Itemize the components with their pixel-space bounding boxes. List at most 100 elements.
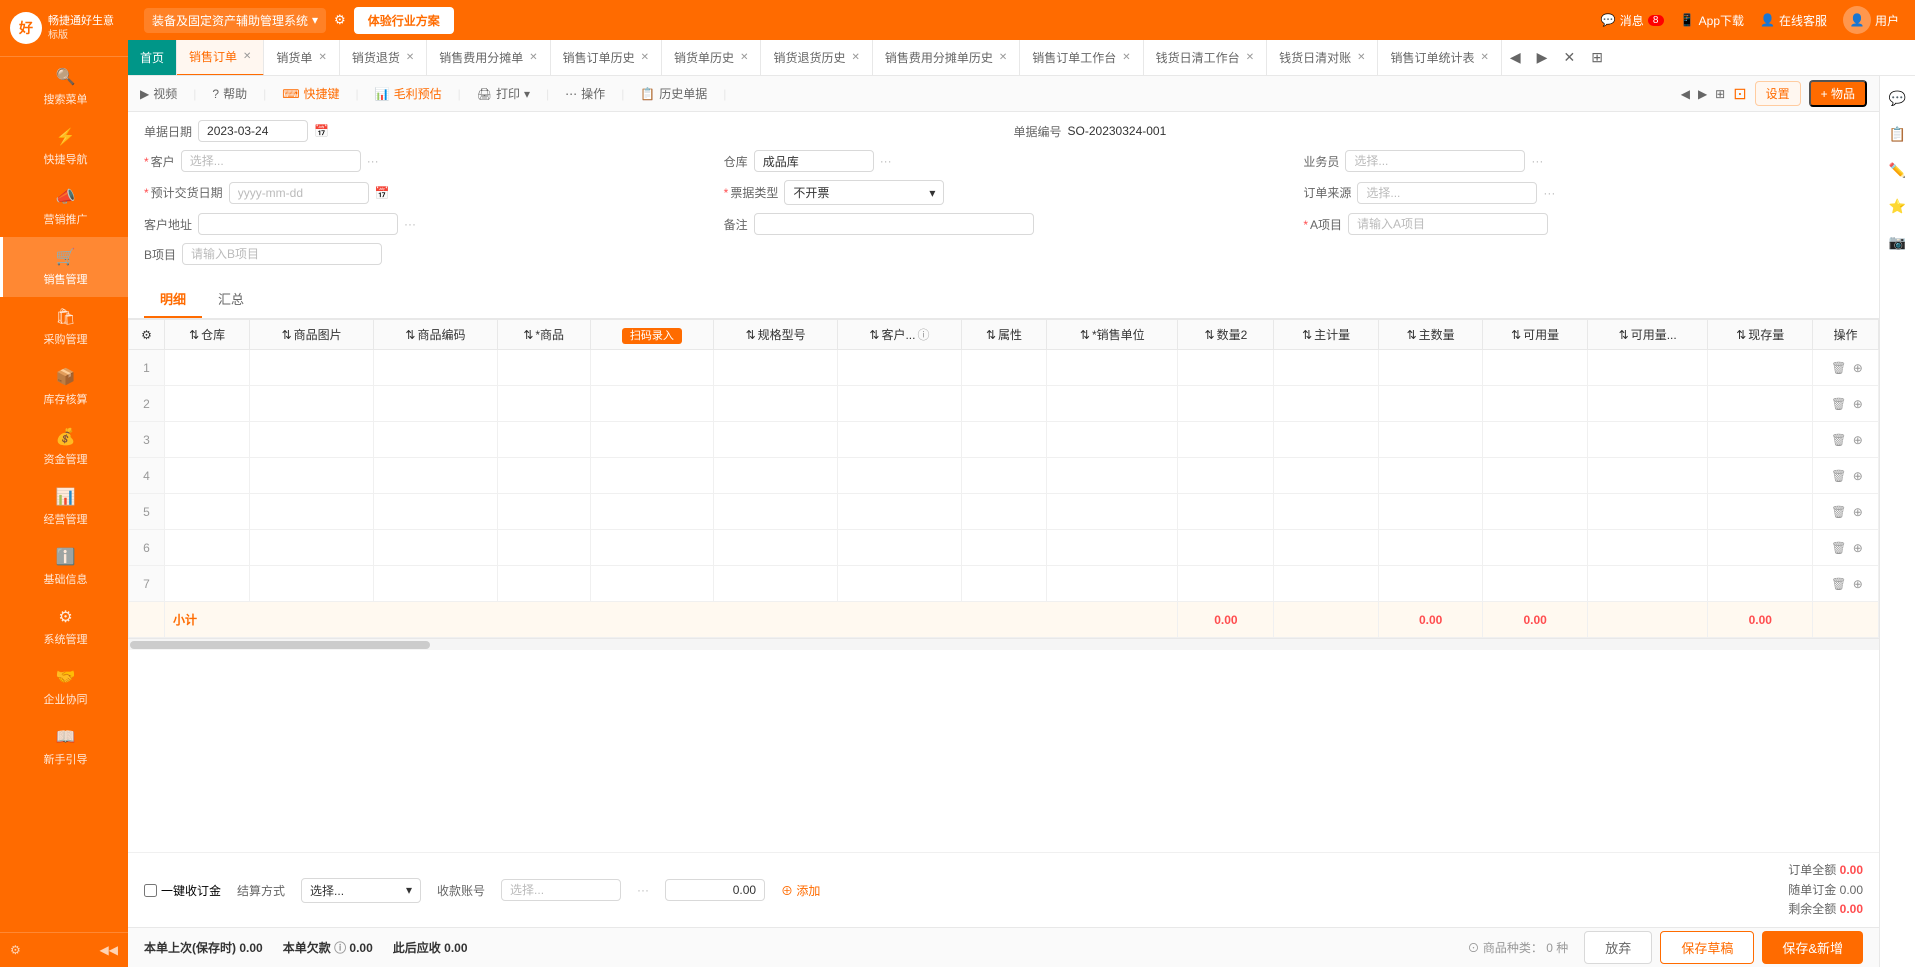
row-main-qty[interactable] — [1378, 350, 1483, 386]
tab-sales-return[interactable]: 销货退货 ✕ — [340, 40, 427, 76]
row-warehouse[interactable] — [165, 350, 250, 386]
scan-btn[interactable]: 扫码录入 — [622, 328, 682, 344]
row-attr[interactable] — [961, 350, 1046, 386]
operate-button[interactable]: ⋯ 操作 — [565, 85, 605, 102]
right-panel-btn-1[interactable]: 💬 — [1884, 84, 1912, 112]
row-qty2[interactable] — [1178, 350, 1274, 386]
delete-icon[interactable]: 🗑 — [1831, 541, 1846, 555]
help-button[interactable]: ? 帮助 — [212, 85, 247, 102]
tab-detail[interactable]: 明细 — [144, 281, 202, 318]
delete-icon[interactable]: 🗑 — [1831, 397, 1846, 411]
tab-close-icon[interactable]: ✕ — [641, 52, 649, 63]
tab-close-icon[interactable]: ✕ — [1246, 52, 1254, 63]
shortcut-keys-button[interactable]: ⌨ 快捷键 — [282, 85, 339, 102]
warehouse-more-icon[interactable]: ··· — [880, 154, 892, 168]
copy-icon[interactable]: ⊕ — [1853, 505, 1863, 519]
nav-right-icon[interactable]: ▶ — [1698, 87, 1707, 101]
right-panel-btn-2[interactable]: 📋 — [1884, 120, 1912, 148]
customer-more-icon[interactable]: ··· — [367, 154, 379, 168]
row-available[interactable] — [1483, 350, 1588, 386]
staff-input[interactable] — [1345, 150, 1525, 172]
row-main-unit[interactable] — [1274, 350, 1379, 386]
print-button[interactable]: 🖨 打印 ▾ — [477, 85, 530, 102]
scroll-bar[interactable] — [128, 638, 1879, 650]
tab-close-icon[interactable]: ✕ — [243, 51, 251, 62]
tab-close-icon[interactable]: ✕ — [318, 52, 326, 63]
collapse-icon[interactable]: ◀◀ — [100, 943, 118, 957]
delete-icon[interactable]: 🗑 — [1831, 433, 1846, 447]
app-download-button[interactable]: 📱 App下载 — [1680, 12, 1744, 29]
setting-button[interactable]: 设置 — [1755, 81, 1801, 106]
copy-icon[interactable]: ⊕ — [1853, 433, 1863, 447]
sidebar-item-enterprise[interactable]: 🤝 企业协同 — [0, 657, 128, 717]
tab-order-workbench[interactable]: 销售订单工作台 ✕ — [1020, 40, 1143, 76]
tab-summary[interactable]: 汇总 — [202, 281, 260, 318]
tab-sales-invoice[interactable]: 销货单 ✕ — [264, 40, 339, 76]
message-button[interactable]: 💬 消息 8 — [1601, 12, 1664, 29]
tab-sales-order-history[interactable]: 销售订单历史 ✕ — [551, 40, 662, 76]
scroll-thumb[interactable] — [130, 641, 430, 649]
sidebar-item-basic[interactable]: ℹ️ 基础信息 — [0, 537, 128, 597]
tab-close-icon[interactable]: ✕ — [1357, 52, 1365, 63]
industry-solution-button[interactable]: 体验行业方案 — [354, 7, 454, 34]
address-input[interactable] — [198, 213, 398, 235]
amount-input[interactable] — [665, 879, 765, 901]
tab-sales-order[interactable]: 销售订单 ✕ — [177, 40, 264, 76]
view-video-button[interactable]: ▶ 视频 — [140, 85, 177, 102]
row-scan[interactable] — [590, 350, 714, 386]
delete-icon[interactable]: 🗑 — [1831, 469, 1846, 483]
order-source-input[interactable] — [1357, 182, 1537, 204]
row-customer-code[interactable] — [838, 350, 962, 386]
right-panel-btn-4[interactable]: ⭐ — [1884, 192, 1912, 220]
tab-next-button[interactable]: ▶ — [1529, 40, 1556, 76]
sidebar-item-marketing[interactable]: 📣 营销推广 — [0, 177, 128, 237]
tab-sales-expense[interactable]: 销售费用分摊单 ✕ — [427, 40, 550, 76]
profit-button[interactable]: 📊 毛利预估 — [375, 85, 442, 102]
add-link[interactable]: ⊕ 添加 — [781, 882, 820, 899]
tab-close-icon[interactable]: ✕ — [1481, 52, 1489, 63]
nav-left-icon[interactable]: ◀ — [1681, 87, 1690, 101]
staff-more-icon[interactable]: ··· — [1531, 154, 1543, 168]
row-available2[interactable] — [1587, 350, 1708, 386]
project-b-input[interactable] — [182, 243, 382, 265]
address-more-icon[interactable]: ··· — [404, 217, 416, 231]
right-panel-btn-3[interactable]: ✏️ — [1884, 156, 1912, 184]
sidebar-item-search[interactable]: 🔍 搜索菜单 — [0, 57, 128, 117]
one-click-checkbox[interactable]: 一键收订金 — [144, 882, 221, 899]
circle-icon[interactable]: ⊙ — [1468, 941, 1480, 955]
project-a-input[interactable] — [1348, 213, 1548, 235]
copy-icon[interactable]: ⊕ — [1853, 361, 1863, 375]
tab-close-icon[interactable]: ✕ — [999, 52, 1007, 63]
tab-expense-history[interactable]: 销售费用分摊单历史 ✕ — [873, 40, 1020, 76]
sidebar-logo[interactable]: 好 畅捷通好生意 标版 — [0, 0, 128, 57]
delete-icon[interactable]: 🗑 — [1831, 361, 1846, 375]
sidebar-item-finance[interactable]: 💰 资金管理 — [0, 417, 128, 477]
delete-icon[interactable]: 🗑 — [1831, 505, 1846, 519]
tab-close-icon[interactable]: ✕ — [529, 52, 537, 63]
payment-select[interactable]: 选择... ▾ — [301, 878, 421, 903]
discard-button[interactable]: 放弃 — [1584, 931, 1652, 964]
invoice-select[interactable]: 不开票 ▾ — [784, 180, 944, 205]
sidebar-item-inventory[interactable]: 📦 库存核算 — [0, 357, 128, 417]
tab-close-icon[interactable]: ✕ — [851, 52, 859, 63]
th-gear[interactable]: ⚙ — [129, 320, 165, 350]
expand-icon[interactable]: ⊡ — [1733, 84, 1746, 104]
copy-icon[interactable]: ⊕ — [1853, 577, 1863, 591]
tab-daily-workbench[interactable]: 钱货日清工作台 ✕ — [1144, 40, 1267, 76]
row-code[interactable] — [374, 350, 498, 386]
online-service-button[interactable]: 👤 在线客服 — [1760, 12, 1827, 29]
tab-order-stats[interactable]: 销售订单统计表 ✕ — [1378, 40, 1501, 76]
tab-invoice-history[interactable]: 销货单历史 ✕ — [662, 40, 761, 76]
row-image[interactable] — [250, 350, 374, 386]
sidebar-item-shortcut[interactable]: ⚡ 快捷导航 — [0, 117, 128, 177]
calendar-icon[interactable]: 📅 — [314, 124, 329, 138]
save-draft-button[interactable]: 保存草稿 — [1660, 931, 1754, 964]
sidebar-item-guide[interactable]: 📖 新手引导 — [0, 717, 128, 777]
tab-return-history[interactable]: 销货退货历史 ✕ — [761, 40, 872, 76]
copy-icon[interactable]: ⊕ — [1853, 397, 1863, 411]
grid-icon[interactable]: ⊞ — [1715, 87, 1725, 101]
info-icon[interactable]: ⓘ — [917, 326, 929, 343]
delete-icon[interactable]: 🗑 — [1831, 577, 1846, 591]
order-source-more-icon[interactable]: ··· — [1543, 186, 1555, 200]
history-bill-button[interactable]: 📋 历史单据 — [640, 85, 707, 102]
